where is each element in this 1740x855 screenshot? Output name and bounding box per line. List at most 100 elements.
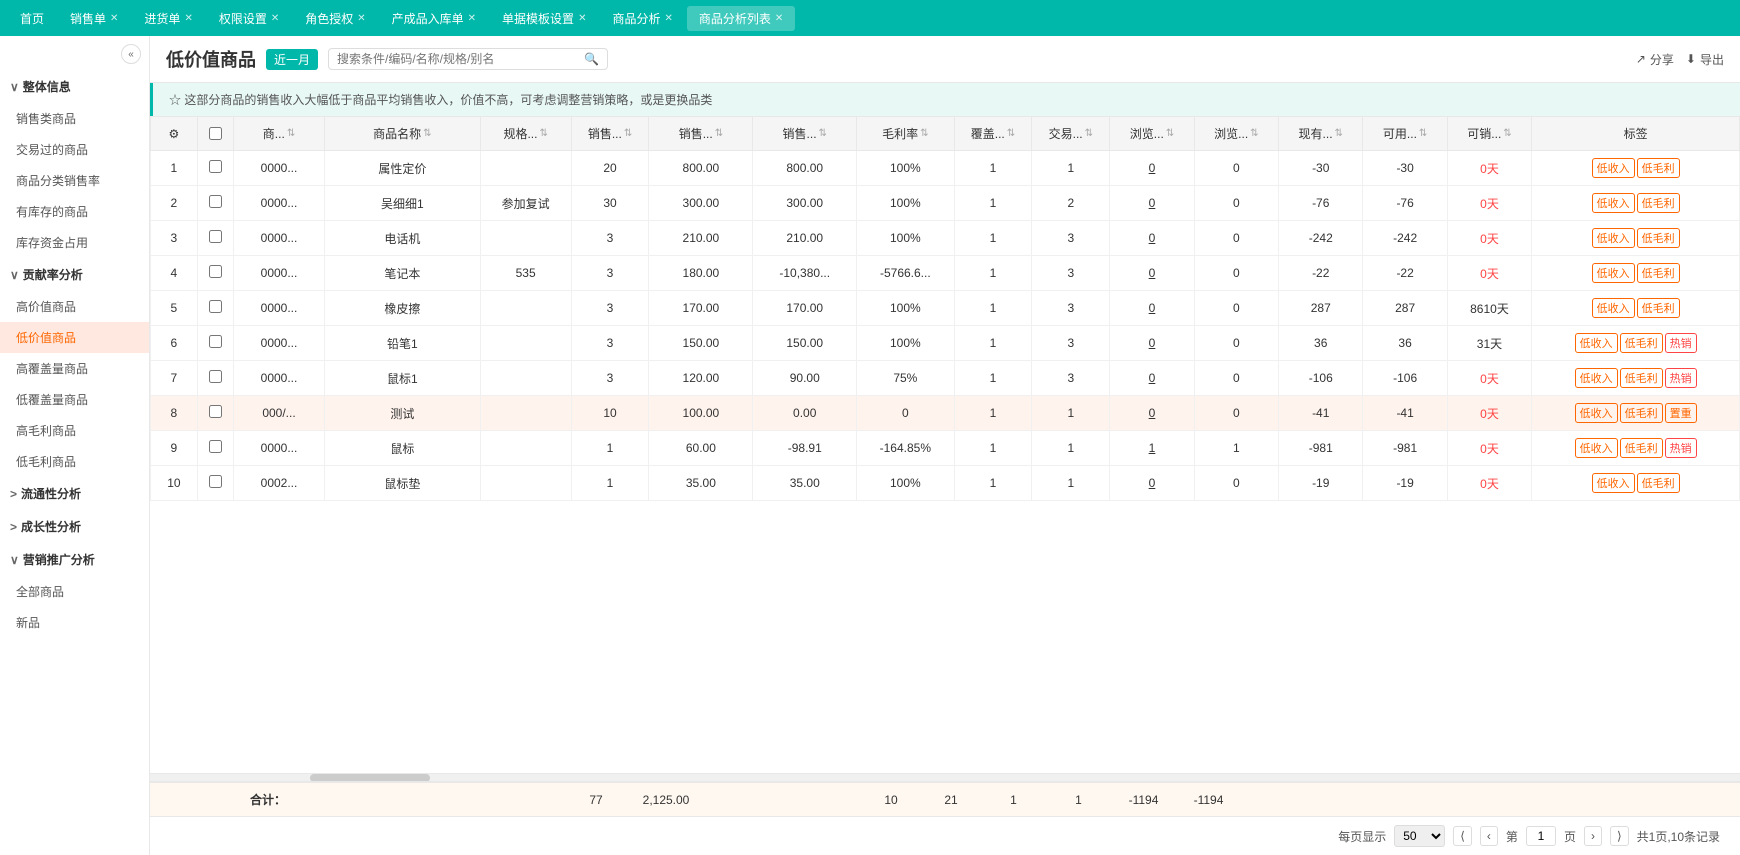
cell-browse1[interactable]: 0 [1110, 291, 1194, 326]
browse-link[interactable]: 0 [1149, 371, 1156, 385]
col-name[interactable]: 商品名称⇅ [324, 117, 480, 151]
sidebar-item-sales-category[interactable]: 销售类商品 [0, 103, 149, 134]
row-checkbox[interactable] [209, 265, 222, 278]
cell-checkbox[interactable] [197, 291, 233, 326]
sidebar-section-growth[interactable]: > 成长性分析 [0, 510, 149, 543]
browse-link[interactable]: 0 [1149, 231, 1156, 245]
browse-link[interactable]: 0 [1149, 196, 1156, 210]
cell-checkbox[interactable] [197, 431, 233, 466]
share-button[interactable]: ↗ 分享 [1636, 51, 1674, 68]
browse-link[interactable]: 0 [1149, 336, 1156, 350]
sidebar-collapse-button[interactable]: « [121, 44, 141, 64]
col-sales-amount[interactable]: 销售...⇅ [649, 117, 753, 151]
page-size-select[interactable]: 50 100 200 [1394, 825, 1445, 847]
cell-checkbox[interactable] [197, 361, 233, 396]
cell-checkbox[interactable] [197, 256, 233, 291]
cell-browse1[interactable]: 0 [1110, 221, 1194, 256]
cell-browse1[interactable]: 1 [1110, 431, 1194, 466]
nav-template-settings[interactable]: 单据模板设置 ✕ [490, 6, 598, 31]
cell-browse1[interactable]: 0 [1110, 186, 1194, 221]
row-checkbox[interactable] [209, 370, 222, 383]
sidebar-item-low-value[interactable]: 低价值商品 [0, 322, 149, 353]
select-all-checkbox[interactable] [209, 127, 222, 140]
close-purchase-icon[interactable]: ✕ [184, 13, 192, 24]
cell-checkbox[interactable] [197, 151, 233, 186]
close-product-analysis-icon[interactable]: ✕ [664, 13, 672, 24]
cell-browse1[interactable]: 0 [1110, 326, 1194, 361]
row-checkbox[interactable] [209, 230, 222, 243]
col-code[interactable]: 商...⇅ [234, 117, 325, 151]
row-checkbox[interactable] [209, 160, 222, 173]
cell-checkbox[interactable] [197, 396, 233, 431]
col-browse1[interactable]: 浏览...⇅ [1110, 117, 1194, 151]
browse-link[interactable]: 1 [1149, 441, 1156, 455]
row-checkbox[interactable] [209, 195, 222, 208]
sidebar-section-overall[interactable]: ∨ 整体信息 [0, 70, 149, 103]
nav-purchase-order[interactable]: 进货单 ✕ [132, 6, 204, 31]
page-number-input[interactable] [1526, 826, 1556, 846]
col-coverage[interactable]: 覆盖...⇅ [954, 117, 1032, 151]
cell-browse1[interactable]: 0 [1110, 361, 1194, 396]
browse-link[interactable]: 0 [1149, 301, 1156, 315]
search-icon[interactable]: 🔍 [584, 52, 599, 66]
nav-home[interactable]: 首页 [8, 6, 56, 31]
close-role-auth-icon[interactable]: ✕ [357, 13, 365, 24]
browse-link[interactable]: 0 [1149, 406, 1156, 420]
sidebar-item-new-products[interactable]: 新品 [0, 607, 149, 638]
sidebar-section-contribution[interactable]: ∨ 贡献率分析 [0, 258, 149, 291]
browse-link[interactable]: 0 [1149, 161, 1156, 175]
sidebar-item-high-margin[interactable]: 高毛利商品 [0, 415, 149, 446]
col-available[interactable]: 可用...⇅ [1363, 117, 1447, 151]
row-checkbox[interactable] [209, 440, 222, 453]
col-gross-rate[interactable]: 毛利率⇅ [857, 117, 954, 151]
nav-sales-order[interactable]: 销售单 ✕ [58, 6, 130, 31]
nav-role-auth[interactable]: 角色授权 ✕ [293, 6, 377, 31]
filter-tag-period[interactable]: 近一月 [266, 49, 318, 70]
sidebar-item-category-sales-rate[interactable]: 商品分类销售率 [0, 165, 149, 196]
browse-link[interactable]: 0 [1149, 476, 1156, 490]
export-button[interactable]: ⬇ 导出 [1686, 51, 1724, 68]
nav-permissions[interactable]: 权限设置 ✕ [207, 6, 291, 31]
sidebar-section-marketing[interactable]: ∨ 营销推广分析 [0, 543, 149, 576]
col-checkbox[interactable] [197, 117, 233, 151]
row-checkbox[interactable] [209, 405, 222, 418]
first-page-button[interactable]: ⟨ [1453, 826, 1472, 846]
sidebar-item-low-margin[interactable]: 低毛利商品 [0, 446, 149, 477]
close-product-analysis-list-icon[interactable]: ✕ [775, 13, 783, 24]
last-page-button[interactable]: ⟩ [1610, 826, 1629, 846]
sidebar-item-high-coverage[interactable]: 高覆盖量商品 [0, 353, 149, 384]
sidebar-item-high-value[interactable]: 高价值商品 [0, 291, 149, 322]
prev-page-button[interactable]: ‹ [1480, 826, 1498, 846]
browse-link[interactable]: 0 [1149, 266, 1156, 280]
close-product-inbound-icon[interactable]: ✕ [468, 13, 476, 24]
sidebar-item-inventory-capital[interactable]: 库存资金占用 [0, 227, 149, 258]
next-page-button[interactable]: › [1584, 826, 1602, 846]
sidebar-section-circulation[interactable]: > 流通性分析 [0, 477, 149, 510]
close-sales-order-icon[interactable]: ✕ [110, 13, 118, 24]
cell-browse1[interactable]: 0 [1110, 151, 1194, 186]
nav-product-analysis[interactable]: 商品分析 ✕ [600, 6, 684, 31]
col-current[interactable]: 现有...⇅ [1279, 117, 1363, 151]
sidebar-item-traded[interactable]: 交易过的商品 [0, 134, 149, 165]
cell-checkbox[interactable] [197, 326, 233, 361]
col-trade[interactable]: 交易...⇅ [1032, 117, 1110, 151]
col-browse2[interactable]: 浏览...⇅ [1194, 117, 1278, 151]
horizontal-scrollbar[interactable] [150, 773, 1740, 781]
col-sellable[interactable]: 可销...⇅ [1447, 117, 1531, 151]
row-checkbox[interactable] [209, 335, 222, 348]
col-spec[interactable]: 规格...⇅ [480, 117, 571, 151]
cell-browse1[interactable]: 0 [1110, 466, 1194, 501]
nav-product-analysis-list[interactable]: 商品分析列表 ✕ [687, 6, 795, 31]
row-checkbox[interactable] [209, 475, 222, 488]
cell-checkbox[interactable] [197, 466, 233, 501]
col-sales-val[interactable]: 销售...⇅ [753, 117, 857, 151]
search-input[interactable] [337, 52, 580, 66]
cell-checkbox[interactable] [197, 186, 233, 221]
col-settings[interactable]: ⚙ [151, 117, 198, 151]
cell-browse1[interactable]: 0 [1110, 256, 1194, 291]
close-permissions-icon[interactable]: ✕ [271, 13, 279, 24]
sidebar-item-low-coverage[interactable]: 低覆盖量商品 [0, 384, 149, 415]
col-sales-qty[interactable]: 销售...⇅ [571, 117, 649, 151]
cell-browse1[interactable]: 0 [1110, 396, 1194, 431]
cell-checkbox[interactable] [197, 221, 233, 256]
